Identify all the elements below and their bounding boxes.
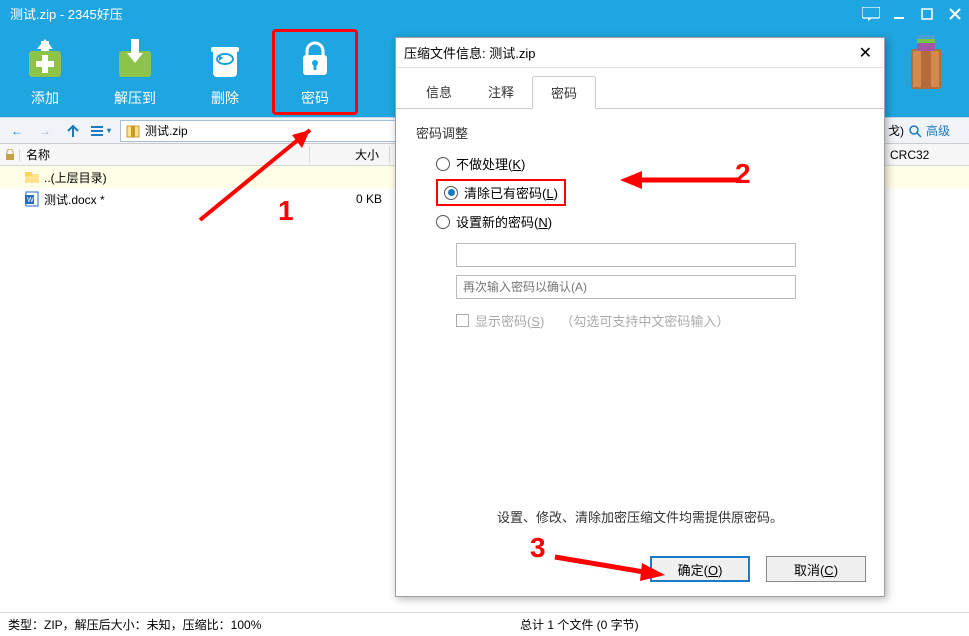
delete-label: 删除 — [211, 88, 239, 108]
archive-icon — [125, 123, 141, 139]
status-bar: 类型：ZIP，解压后大小：未知，压缩比：100% 总计 1 个文件 (0 字节) — [0, 612, 969, 636]
archive-info-dialog: 压缩文件信息: 测试.zip ✕ 信息 注释 密码 密码调整 不做处理(K) 清… — [395, 37, 885, 597]
window-title: 测试.zip - 2345好压 — [10, 4, 123, 23]
password-button[interactable]: 密码 — [272, 29, 358, 115]
col-lock[interactable] — [0, 149, 20, 161]
nav-up-button[interactable] — [60, 120, 86, 142]
nav-forward-button[interactable]: → — [32, 120, 58, 142]
path-bar-right-peek: 戈) 高级 — [884, 117, 969, 144]
advanced-link[interactable]: 高级 — [926, 122, 950, 139]
show-password-checkbox[interactable]: 显示密码(S) （勾选可支持中文密码输入） — [456, 311, 864, 330]
dialog-note: 设置、修改、清除加密压缩文件均需提供原密码。 — [396, 507, 884, 526]
svg-text:W: W — [27, 197, 34, 204]
minimize-button[interactable] — [887, 2, 911, 26]
chat-icon[interactable] — [859, 2, 883, 26]
folder-icon — [24, 169, 40, 185]
dialog-tabs: 信息 注释 密码 — [396, 68, 884, 109]
dialog-close-button[interactable]: ✕ — [855, 43, 876, 63]
lock-icon — [295, 36, 335, 82]
col-crc[interactable]: CRC32 — [884, 144, 969, 166]
tab-info[interactable]: 信息 — [408, 76, 470, 108]
rar-icon — [897, 35, 957, 95]
view-mode-button[interactable]: ▾ — [88, 120, 114, 142]
path-text: 测试.zip — [145, 122, 188, 139]
maximize-button[interactable] — [915, 2, 939, 26]
fieldset-legend: 密码调整 — [416, 123, 864, 142]
nav-back-button[interactable]: ← — [4, 120, 30, 142]
close-button[interactable] — [943, 2, 967, 26]
radio-set-password[interactable]: 设置新的密码(N) — [436, 208, 864, 235]
file-name: 测试.docx * — [44, 191, 312, 208]
tab-password[interactable]: 密码 — [532, 76, 596, 109]
dialog-titlebar: 压缩文件信息: 测试.zip ✕ — [396, 38, 884, 68]
col-name[interactable]: 名称 — [20, 146, 310, 163]
toolbar-right-peek — [884, 27, 969, 117]
ok-button[interactable]: 确定(O) — [650, 556, 750, 582]
radio-icon — [444, 186, 458, 200]
extract-icon — [113, 36, 157, 82]
add-label: 添加 — [31, 88, 59, 108]
col-size[interactable]: 大小 — [310, 146, 390, 163]
cancel-button[interactable]: 取消(C) — [766, 556, 866, 582]
docx-icon: W — [24, 191, 40, 207]
delete-button[interactable]: 删除 — [180, 27, 270, 117]
extract-button[interactable]: 解压到 — [90, 27, 180, 117]
dialog-title: 压缩文件信息: 测试.zip — [404, 43, 535, 62]
add-icon — [23, 36, 67, 82]
file-name: ..(上层目录) — [44, 169, 312, 186]
titlebar: 测试.zip - 2345好压 — [0, 0, 969, 27]
password-label: 密码 — [301, 88, 329, 108]
trash-icon — [203, 36, 247, 82]
radio-icon — [436, 157, 450, 171]
checkbox-icon — [456, 314, 469, 327]
password-fieldset: 密码调整 不做处理(K) 清除已有密码(L) 设置新的密码(N) 显示密码(S)… — [416, 123, 864, 330]
search-icon[interactable] — [908, 124, 922, 138]
new-password-input[interactable] — [456, 243, 796, 267]
radio-icon — [436, 215, 450, 229]
confirm-password-input[interactable] — [456, 275, 796, 299]
tab-comment[interactable]: 注释 — [470, 76, 532, 108]
extract-label: 解压到 — [114, 88, 156, 108]
radio-clear-password[interactable]: 清除已有密码(L) — [436, 179, 566, 206]
status-left: 类型：ZIP，解压后大小：未知，压缩比：100% — [8, 616, 261, 633]
add-button[interactable]: 添加 — [0, 27, 90, 117]
radio-no-action[interactable]: 不做处理(K) — [436, 150, 864, 177]
status-center: 总计 1 个文件 (0 字节) — [520, 616, 639, 633]
